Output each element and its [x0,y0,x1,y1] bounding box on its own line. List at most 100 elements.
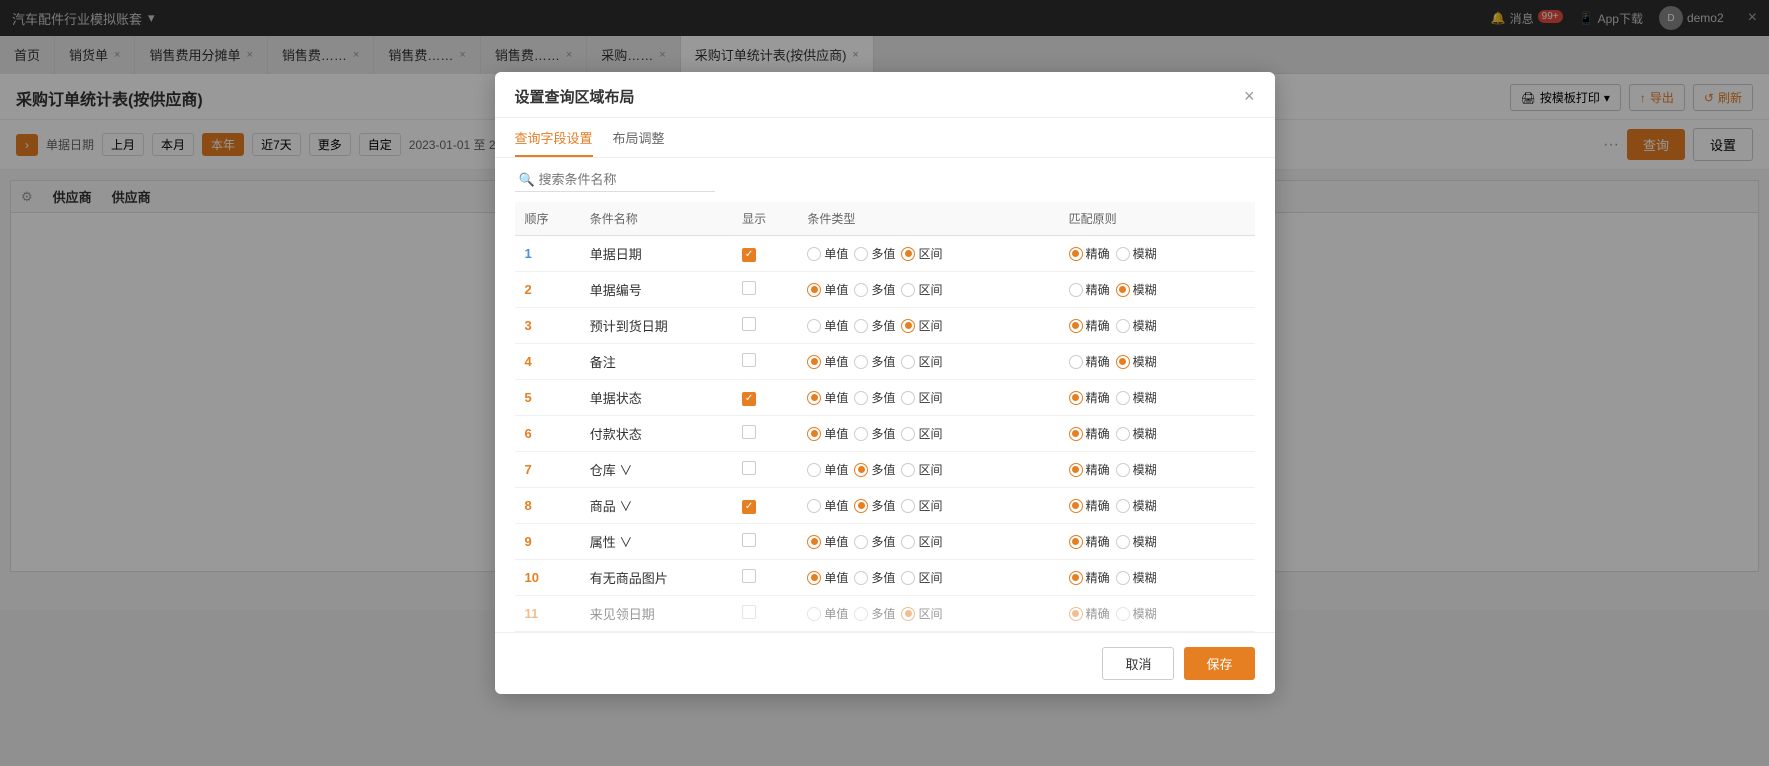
table-row: 4备注单值多值区间精确模糊 [515,344,1255,380]
radio-match-match_exact[interactable]: 精确 [1069,461,1110,478]
radio-type-type_multi[interactable]: 多值 [854,353,895,370]
radio-type-type_single[interactable]: 单值 [807,245,848,262]
radio-type-type_multi[interactable]: 多值 [854,317,895,334]
radio-label-type_multi: 多值 [871,569,895,586]
radio-match-match_fuzzy[interactable]: 模糊 [1116,281,1157,298]
radio-type-type_multi[interactable]: 多值 [854,605,895,622]
radio-type-type_range[interactable]: 区间 [901,389,942,406]
radio-match-match_fuzzy[interactable]: 模糊 [1116,605,1157,622]
radio-type-type_single[interactable]: 单值 [807,389,848,406]
radio-match-match_fuzzy[interactable]: 模糊 [1116,353,1157,370]
radio-type-type_single[interactable]: 单值 [807,353,848,370]
radio-match-match_exact[interactable]: 精确 [1069,497,1110,514]
radio-type-type_range[interactable]: 区间 [901,605,942,622]
radio-match-match_fuzzy[interactable]: 模糊 [1116,317,1157,334]
radio-match-match_exact[interactable]: 精确 [1069,425,1110,442]
radio-circle-match-match_exact [1069,355,1083,369]
cell-display [732,488,797,524]
radio-match-match_exact[interactable]: 精确 [1069,245,1110,262]
display-checkbox[interactable] [742,500,756,514]
display-checkbox[interactable] [742,533,756,547]
radio-type-type_single[interactable]: 单值 [807,425,848,442]
radio-type-type_range[interactable]: 区间 [901,353,942,370]
radio-type-type_range[interactable]: 区间 [901,497,942,514]
radio-type-type_multi[interactable]: 多值 [854,497,895,514]
radio-match-match_exact[interactable]: 精确 [1069,533,1110,550]
display-checkbox[interactable] [742,425,756,439]
cell-match: 精确模糊 [1059,236,1255,272]
radio-label-type_range: 区间 [918,461,942,478]
radio-type-type_multi[interactable]: 多值 [854,461,895,478]
cell-type: 单值多值区间 [797,488,1058,524]
radio-label-type_multi: 多值 [871,533,895,550]
radio-type-type_single[interactable]: 单值 [807,605,848,622]
radio-circle-type_range [901,391,915,405]
save-button[interactable]: 保存 [1184,647,1254,680]
display-checkbox[interactable] [742,461,756,475]
radio-match-match_exact[interactable]: 精确 [1069,389,1110,406]
table-row: 2单据编号单值多值区间精确模糊 [515,272,1255,308]
radio-type-type_multi[interactable]: 多值 [854,569,895,586]
cell-name: 单据编号 [580,272,732,308]
radio-circle-type_multi [854,391,868,405]
dialog-close-button[interactable]: × [1244,86,1255,107]
display-checkbox[interactable] [742,248,756,262]
radio-type-type_range[interactable]: 区间 [901,569,942,586]
display-checkbox[interactable] [742,281,756,295]
radio-match-match_fuzzy[interactable]: 模糊 [1116,245,1157,262]
radio-match-match_fuzzy[interactable]: 模糊 [1116,389,1157,406]
radio-circle-match-match_exact [1069,283,1083,297]
radio-label-match-match_fuzzy: 模糊 [1133,605,1157,622]
radio-type-type_single[interactable]: 单值 [807,533,848,550]
radio-type-type_multi[interactable]: 多值 [854,389,895,406]
cell-type: 单值多值区间 [797,416,1058,452]
radio-type-type_range[interactable]: 区间 [901,245,942,262]
seq-number: 10 [525,570,539,585]
radio-circle-type_single [807,355,821,369]
radio-match-match_exact[interactable]: 精确 [1069,569,1110,586]
radio-match-match_exact[interactable]: 精确 [1069,605,1110,622]
radio-type-type_multi[interactable]: 多值 [854,533,895,550]
radio-match-match_fuzzy[interactable]: 模糊 [1116,461,1157,478]
display-checkbox[interactable] [742,569,756,583]
radio-type-type_multi[interactable]: 多值 [854,245,895,262]
radio-match-match_fuzzy[interactable]: 模糊 [1116,497,1157,514]
radio-type-type_single[interactable]: 单值 [807,497,848,514]
radio-type-type_range[interactable]: 区间 [901,461,942,478]
radio-circle-match-match_fuzzy [1116,283,1130,297]
radio-type-type_range[interactable]: 区间 [901,533,942,550]
cancel-button[interactable]: 取消 [1102,647,1174,680]
radio-type-type_single[interactable]: 单值 [807,281,848,298]
radio-circle-match-match_exact [1069,247,1083,261]
cell-seq: 10 [515,560,580,596]
display-checkbox[interactable] [742,353,756,367]
radio-match-match_fuzzy[interactable]: 模糊 [1116,569,1157,586]
radio-type-type_single[interactable]: 单值 [807,461,848,478]
dialog-tab-layout-adjust[interactable]: 布局调整 [613,128,665,157]
radio-label-match-match_exact: 精确 [1086,461,1110,478]
cell-seq: 11 [515,596,580,632]
radio-type-type_range[interactable]: 区间 [901,425,942,442]
radio-match-match_exact[interactable]: 精确 [1069,353,1110,370]
radio-match-match_fuzzy[interactable]: 模糊 [1116,425,1157,442]
radio-circle-match-match_exact [1069,535,1083,549]
radio-type-type_range[interactable]: 区间 [901,317,942,334]
display-checkbox[interactable] [742,605,756,619]
radio-label-type_single: 单值 [824,497,848,514]
radio-type-type_range[interactable]: 区间 [901,281,942,298]
radio-type-type_single[interactable]: 单值 [807,569,848,586]
cell-type: 单值 多值区间 [797,560,1058,596]
radio-label-match-match_fuzzy: 模糊 [1133,497,1157,514]
cell-display [732,236,797,272]
dialog-tab-field-settings[interactable]: 查询字段设置 [515,128,593,157]
search-input[interactable] [515,168,715,192]
radio-type-type_multi[interactable]: 多值 [854,281,895,298]
radio-type-type_single[interactable]: 单值 [807,317,848,334]
radio-circle-type_range [901,571,915,585]
radio-match-match_fuzzy[interactable]: 模糊 [1116,533,1157,550]
radio-type-type_multi[interactable]: 多值 [854,425,895,442]
display-checkbox[interactable] [742,392,756,406]
radio-match-match_exact[interactable]: 精确 [1069,281,1110,298]
radio-match-match_exact[interactable]: 精确 [1069,317,1110,334]
display-checkbox[interactable] [742,317,756,331]
